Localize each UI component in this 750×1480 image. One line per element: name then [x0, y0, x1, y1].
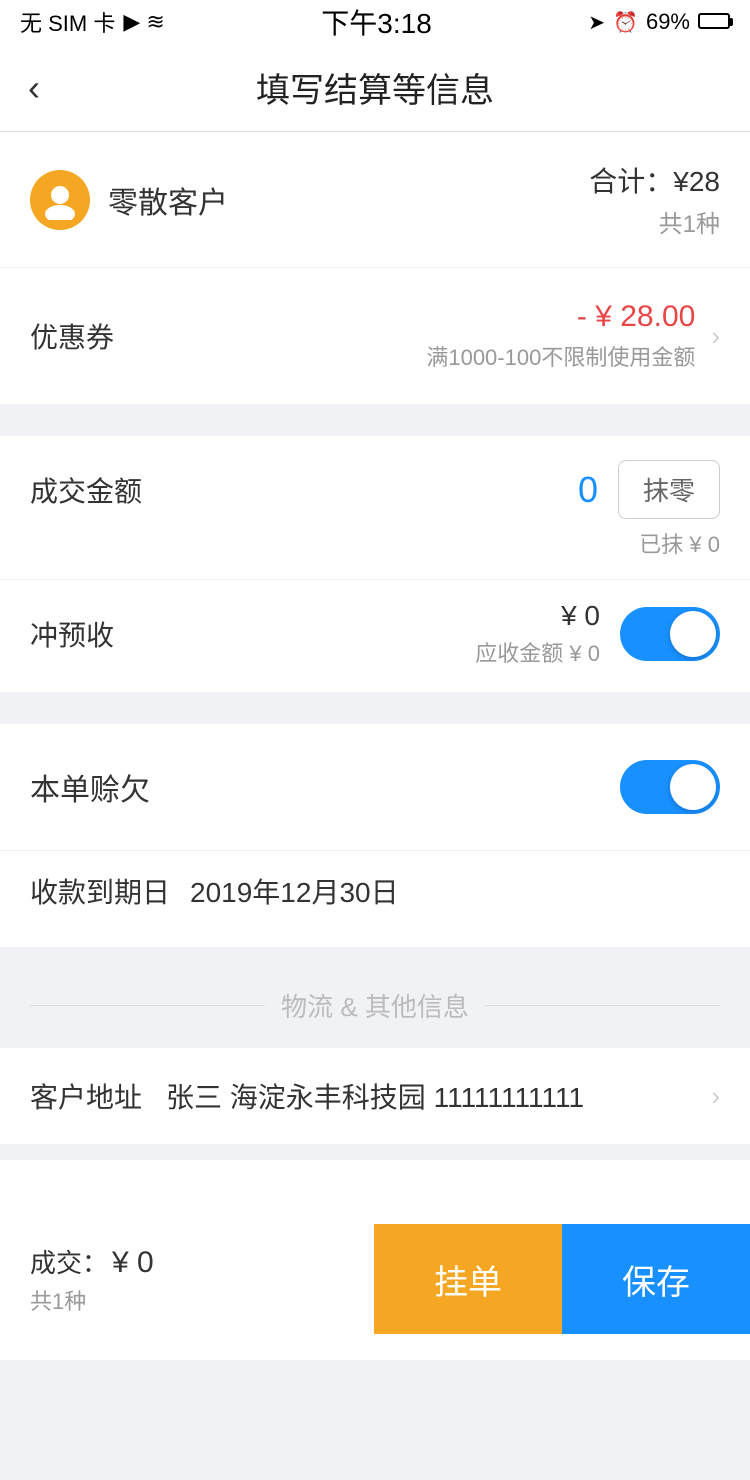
debt-toggle[interactable] [620, 760, 720, 814]
prereceive-right: ¥ 0 应收金额 ¥ 0 [475, 600, 720, 668]
debt-label: 本单赊欠 [30, 765, 150, 809]
customer-name: 零散客户 [108, 178, 228, 222]
address-value: 张三 海淀永丰科技园 11111111111 [166, 1076, 687, 1116]
debt-card: 本单赊欠 收款到期日 2019年12月30日 [0, 724, 750, 947]
hold-button[interactable]: 挂单 [374, 1224, 562, 1334]
chevron-right-icon: › [711, 321, 720, 352]
user-avatar-icon [40, 180, 80, 220]
debt-row: 本单赊欠 [0, 724, 750, 850]
coupon-row[interactable]: 优惠券 - ¥ 28.00 满1000-100不限制使用金额 › [0, 267, 750, 404]
status-left: 无 SIM 卡 ▶ ≋ [20, 6, 165, 38]
bottom-count: 共1种 [30, 1284, 344, 1316]
due-date-value: 2019年12月30日 [190, 871, 399, 911]
transaction-card: 成交金额 0 抹零 已抹 ¥ 0 冲预收 ¥ 0 应收金额 ¥ 0 [0, 436, 750, 692]
customer-avatar [30, 170, 90, 230]
status-bar: 无 SIM 卡 ▶ ≋ 下午3:18 ➤ ⏰ 69% [0, 0, 750, 44]
due-date-row[interactable]: 收款到期日 2019年12月30日 [0, 850, 750, 947]
battery-icon [698, 9, 730, 35]
round-button[interactable]: 抹零 [618, 460, 720, 519]
total-amount: 合计：¥28 [589, 160, 720, 200]
logistics-title: 物流 & 其他信息 [30, 987, 720, 1024]
alarm-icon: ⏰ [613, 10, 638, 35]
section-divider-1 [0, 420, 750, 436]
coupon-label: 优惠券 [30, 316, 150, 356]
prereceive-sub: 应收金额 ¥ 0 [475, 636, 600, 668]
customer-left: 零散客户 [30, 170, 228, 230]
prereceive-amounts: ¥ 0 应收金额 ¥ 0 [475, 600, 600, 668]
coupon-value: - ¥ 28.00 [426, 300, 695, 334]
prereceive-main: ¥ 0 [475, 600, 600, 632]
bottom-deal-amount: ¥ 0 [112, 1246, 154, 1280]
transaction-label: 成交金额 [30, 470, 150, 510]
prereceive-toggle[interactable] [620, 607, 720, 661]
status-time: 下午3:18 [321, 2, 432, 42]
nav-bar: ‹ 填写结算等信息 [0, 44, 750, 132]
coupon-desc: 满1000-100不限制使用金额 [426, 340, 695, 372]
prereceive-label: 冲预收 [30, 614, 150, 654]
address-chevron-icon: › [711, 1081, 720, 1112]
location-icon: ➤ [588, 10, 605, 35]
customer-card: 零散客户 合计：¥28 共1种 优惠券 - ¥ 28.00 满1000-100不… [0, 132, 750, 404]
bottom-bar: 成交： ¥ 0 共1种 挂单 保存 [0, 1224, 750, 1334]
total-count: 共1种 [589, 204, 720, 239]
prereceive-row: 冲预收 ¥ 0 应收金额 ¥ 0 [0, 579, 750, 692]
transaction-sub: 已抹 ¥ 0 [0, 527, 750, 579]
coupon-right: - ¥ 28.00 满1000-100不限制使用金额 › [426, 300, 720, 372]
address-card: 客户地址 张三 海淀永丰科技园 11111111111 › [0, 1048, 750, 1144]
bottom-summary: 成交： ¥ 0 共1种 [0, 1243, 374, 1316]
logistics-section: 物流 & 其他信息 [0, 963, 750, 1048]
sim-label: 无 SIM 卡 [20, 6, 115, 38]
address-label: 客户地址 [30, 1076, 142, 1116]
transaction-row: 成交金额 0 抹零 [0, 436, 750, 527]
debt-toggle-knob [670, 764, 716, 810]
toggle-knob [670, 611, 716, 657]
back-button[interactable]: ‹ [28, 67, 40, 109]
save-button[interactable]: 保存 [562, 1224, 750, 1334]
page-title: 填写结算等信息 [256, 63, 494, 112]
address-row[interactable]: 客户地址 张三 海淀永丰科技园 11111111111 › [0, 1048, 750, 1144]
wifi-icon: ▶ ≋ [123, 9, 164, 35]
transaction-value: 0 [578, 469, 598, 511]
customer-row: 零散客户 合计：¥28 共1种 [0, 132, 750, 267]
section-divider-2 [0, 708, 750, 724]
status-right: ➤ ⏰ 69% [588, 9, 730, 35]
bottom-deal-label: 成交： [30, 1243, 108, 1280]
customer-right: 合计：¥28 共1种 [589, 160, 720, 239]
battery-percent: 69% [646, 9, 690, 35]
due-date-label: 收款到期日 [30, 871, 170, 911]
